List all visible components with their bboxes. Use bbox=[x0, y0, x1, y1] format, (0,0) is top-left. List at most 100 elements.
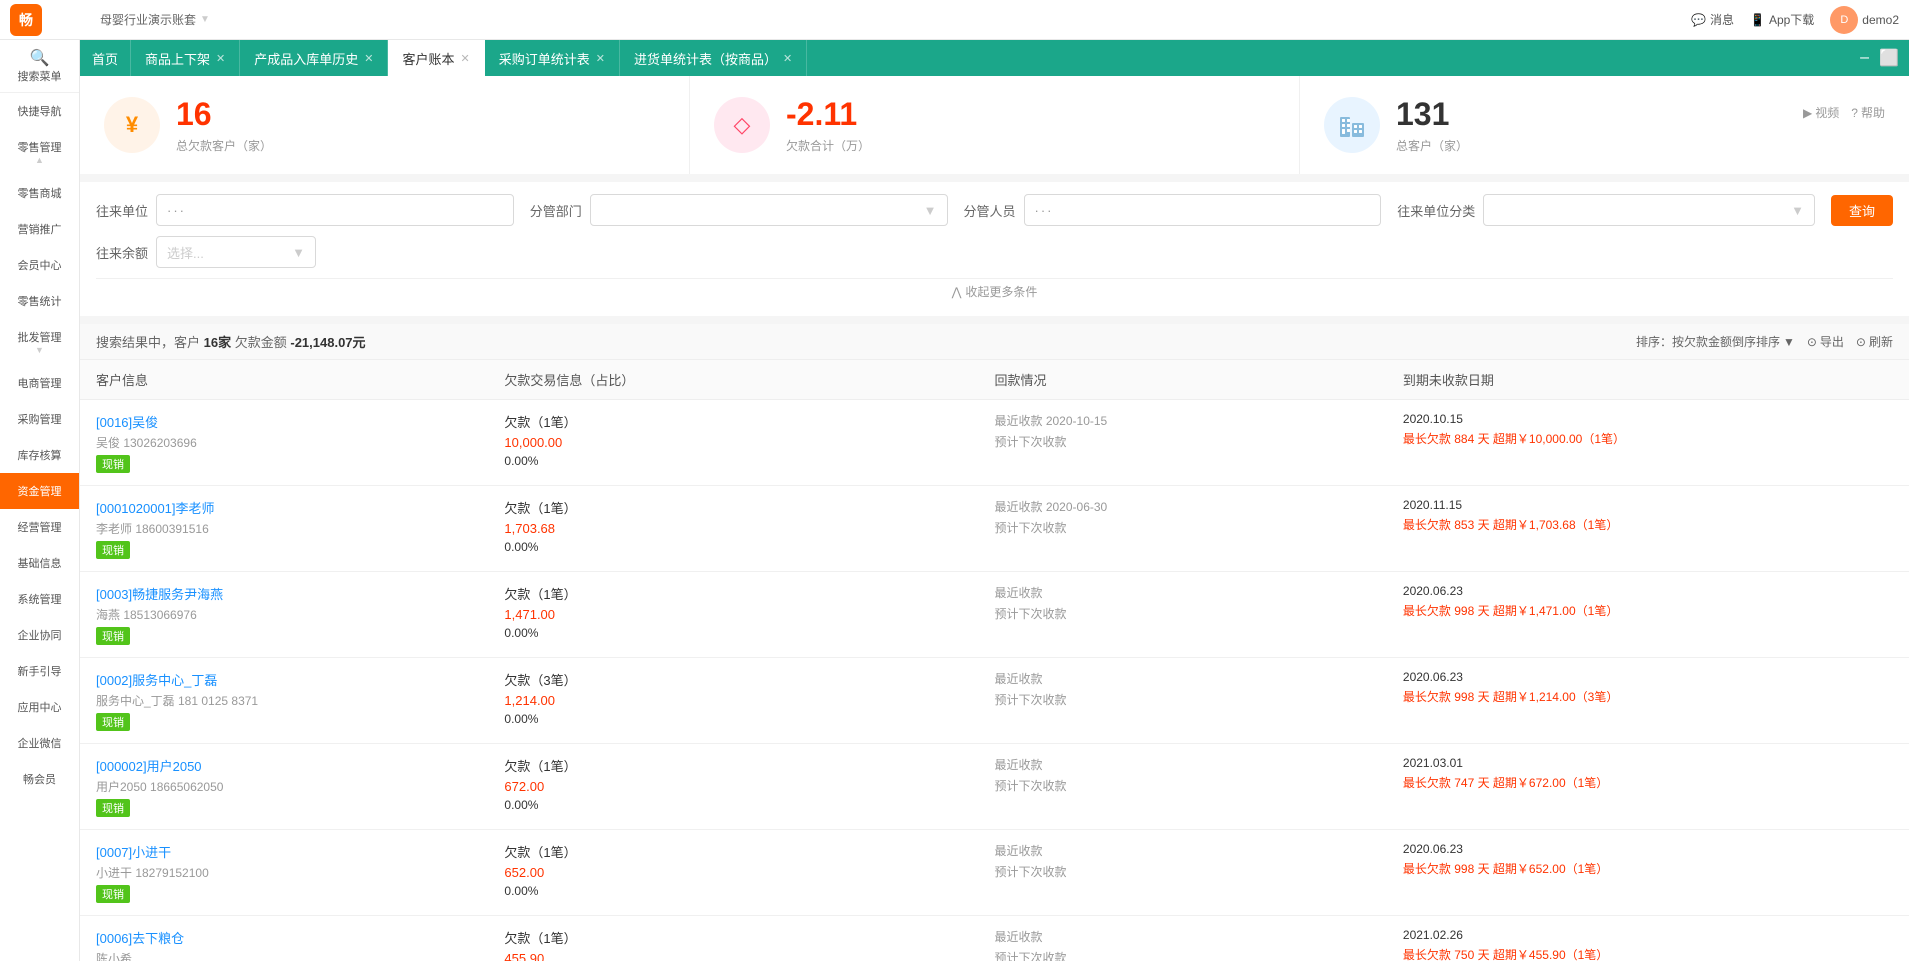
logo-area: 畅 bbox=[10, 4, 90, 36]
filter-unit-type-arrow-icon: ▼ bbox=[1791, 203, 1804, 218]
sidebar-item-batch-mgmt[interactable]: 批发管理 ▼ bbox=[0, 319, 79, 365]
tab-import-stats[interactable]: 进货单统计表（按商品） ✕ bbox=[620, 40, 807, 76]
result-text2: 欠款金额 bbox=[235, 335, 287, 350]
customer-info: 服务中心_丁磊 181 0125 8371 bbox=[96, 692, 504, 709]
sidebar-item-quick-nav[interactable]: 快捷导航 bbox=[0, 93, 79, 129]
sidebar-item-retail-mgmt[interactable]: 零售管理 ▲ bbox=[0, 129, 79, 175]
sidebar-item-ops-mgmt[interactable]: 经营管理 bbox=[0, 509, 79, 545]
debt-count: 欠款（1笔） bbox=[504, 756, 994, 775]
tab-production-history[interactable]: 产成品入库单历史 ✕ bbox=[240, 40, 388, 76]
filter-from-unit-dots: ··· bbox=[167, 203, 186, 218]
sidebar-item-basic-info[interactable]: 基础信息 bbox=[0, 545, 79, 581]
sidebar-item-enterprise-collab[interactable]: 企业协同 bbox=[0, 617, 79, 653]
customer-name[interactable]: [0001020001]李老师 bbox=[96, 498, 504, 517]
tab-customer-account-close-icon[interactable]: ✕ bbox=[461, 52, 470, 65]
filter-from-unit: 往来单位 ··· bbox=[96, 194, 514, 226]
sidebar-search[interactable]: 🔍 搜索菜单 bbox=[0, 40, 79, 93]
filter-from-unit-input[interactable]: ··· bbox=[156, 194, 514, 226]
refresh-button[interactable]: ⊙ 刷新 bbox=[1856, 333, 1893, 350]
recovery-last-date: 最近收款 bbox=[995, 584, 1403, 601]
top-right-actions: 💬 消息 📱 App下载 D demo2 bbox=[1691, 6, 1899, 34]
video-link[interactable]: ▶ 视频 bbox=[1803, 104, 1839, 121]
sidebar-item-new-guide[interactable]: 新手引导 bbox=[0, 653, 79, 689]
debt-amount: 455.90 bbox=[504, 951, 994, 961]
col-recovery: 最近收款 预计下次收款 bbox=[995, 842, 1403, 880]
sidebar-item-app-center[interactable]: 应用中心 bbox=[0, 689, 79, 725]
customer-name[interactable]: [0007]小进干 bbox=[96, 842, 504, 861]
filter-balance-input[interactable]: 选择... ▼ bbox=[156, 236, 316, 268]
tab-home[interactable]: 首页 bbox=[80, 40, 131, 76]
col-recovery: 最近收款 预计下次收款 bbox=[995, 670, 1403, 708]
sidebar-item-finance[interactable]: 资金管理 bbox=[0, 473, 79, 509]
debt-count: 欠款（1笔） bbox=[504, 842, 994, 861]
sidebar-item-system-mgmt[interactable]: 系统管理 bbox=[0, 581, 79, 617]
sidebar-item-member-center[interactable]: 会员中心 bbox=[0, 247, 79, 283]
tab-maximize-icon[interactable]: ⬜ bbox=[1875, 46, 1903, 70]
sidebar-item-retail-mall[interactable]: 零售商城 bbox=[0, 175, 79, 211]
sidebar-item-retail-stats[interactable]: 零售统计 bbox=[0, 283, 79, 319]
stat-number-1: 16 bbox=[176, 96, 665, 133]
stats-row: ¥ 16 总欠款客户（家） ◇ -2.11 欠款合计（万） bbox=[80, 76, 1909, 174]
message-label: 消息 bbox=[1710, 11, 1734, 28]
customer-name[interactable]: [0003]畅捷服务尹海燕 bbox=[96, 584, 504, 603]
tab-product-offline-label: 商品上下架 bbox=[145, 49, 210, 68]
table-row: [0002]服务中心_丁磊 服务中心_丁磊 181 0125 8371 现销 欠… bbox=[80, 658, 1909, 744]
customer-name[interactable]: [0006]去下粮仓 bbox=[96, 928, 504, 947]
filter-dept-arrow-icon: ▼ bbox=[924, 203, 937, 218]
col-customer: [0006]去下粮仓 陈小希 现销 bbox=[96, 928, 504, 961]
app-selector[interactable]: 母婴行业演示账套 ▼ bbox=[90, 11, 1691, 28]
tab-product-offline-close-icon[interactable]: ✕ bbox=[216, 52, 225, 65]
collapse-button[interactable]: ⋀ 收起更多条件 bbox=[96, 278, 1893, 304]
app-download-button[interactable]: 📱 App下载 bbox=[1750, 11, 1814, 28]
sidebar-item-marketing[interactable]: 营销推广 bbox=[0, 211, 79, 247]
stat-content-2: -2.11 欠款合计（万） bbox=[786, 96, 1275, 154]
col-debt: 欠款（1笔） 1,703.68 0.00% bbox=[504, 498, 994, 554]
tab-import-stats-close-icon[interactable]: ✕ bbox=[783, 52, 792, 65]
tab-import-stats-label: 进货单统计表（按商品） bbox=[634, 49, 777, 68]
tab-customer-account[interactable]: 客户账本 ✕ bbox=[388, 40, 484, 76]
filter-from-unit-label: 往来单位 bbox=[96, 201, 148, 220]
sidebar-item-purchase-mgmt[interactable]: 采购管理 bbox=[0, 401, 79, 437]
filter-unit-type-input[interactable]: ▼ bbox=[1483, 194, 1815, 226]
tab-purchase-stats[interactable]: 采购订单统计表 ✕ bbox=[485, 40, 620, 76]
message-button[interactable]: 💬 消息 bbox=[1691, 11, 1734, 28]
sort-arrow-icon: ▼ bbox=[1783, 335, 1795, 349]
tab-production-history-close-icon[interactable]: ✕ bbox=[364, 52, 373, 65]
tab-product-offline[interactable]: 商品上下架 ✕ bbox=[131, 40, 240, 76]
sidebar-item-畅会员[interactable]: 畅会员 bbox=[0, 761, 79, 797]
content-area: ¥ 16 总欠款客户（家） ◇ -2.11 欠款合计（万） bbox=[80, 76, 1909, 961]
query-button[interactable]: 查询 bbox=[1831, 195, 1893, 226]
tab-home-label: 首页 bbox=[92, 49, 118, 68]
overdue-date: 2020.11.15 bbox=[1403, 498, 1893, 512]
customer-info: 海燕 18513066976 bbox=[96, 606, 504, 623]
filter-dept-input[interactable]: ▼ bbox=[590, 194, 948, 226]
help-link[interactable]: ? 帮助 bbox=[1851, 104, 1885, 121]
customer-info: 李老师 18600391516 bbox=[96, 520, 504, 537]
filter-person-input[interactable]: ··· bbox=[1024, 194, 1382, 226]
recovery-next: 预计下次收款 bbox=[995, 691, 1403, 708]
tab-purchase-stats-close-icon[interactable]: ✕ bbox=[596, 52, 605, 65]
table-row: [0006]去下粮仓 陈小希 现销 欠款（1笔） 455.90 0.00% 最近… bbox=[80, 916, 1909, 961]
tab-minimize-icon[interactable]: – bbox=[1856, 47, 1873, 69]
customer-name[interactable]: [000002]用户2050 bbox=[96, 756, 504, 775]
export-button[interactable]: ⊙ 导出 bbox=[1807, 333, 1844, 350]
debt-percent: 0.00% bbox=[504, 454, 994, 468]
col-overdue: 2021.03.01 最长欠款 747 天 超期￥672.00（1笔） bbox=[1403, 756, 1893, 791]
overdue-detail: 最长欠款 998 天 超期￥652.00（1笔） bbox=[1403, 860, 1893, 877]
sidebar-item-ecommerce[interactable]: 电商管理 bbox=[0, 365, 79, 401]
app-download-label: App下载 bbox=[1769, 11, 1814, 28]
customer-name[interactable]: [0002]服务中心_丁磊 bbox=[96, 670, 504, 689]
customer-name[interactable]: [0016]吴俊 bbox=[96, 412, 504, 431]
customer-badge: 现销 bbox=[96, 455, 130, 473]
table-row: [0007]小进干 小进干 18279152100 现销 欠款（1笔） 652.… bbox=[80, 830, 1909, 916]
overdue-date: 2020.10.15 bbox=[1403, 412, 1893, 426]
user-profile[interactable]: D demo2 bbox=[1830, 6, 1899, 34]
overdue-date: 2021.02.26 bbox=[1403, 928, 1893, 942]
sidebar-item-enterprise-wechat[interactable]: 企业微信 bbox=[0, 725, 79, 761]
app-selector-text: 母婴行业演示账套 bbox=[100, 11, 196, 28]
overdue-date: 2020.06.23 bbox=[1403, 842, 1893, 856]
sort-control[interactable]: 排序：按欠款金额倒序排序 ▼ bbox=[1636, 333, 1795, 350]
sidebar-item-inventory[interactable]: 库存核算 bbox=[0, 437, 79, 473]
debt-percent: 0.00% bbox=[504, 540, 994, 554]
col-overdue: 2021.02.26 最长欠款 750 天 超期￥455.90（1笔） bbox=[1403, 928, 1893, 961]
